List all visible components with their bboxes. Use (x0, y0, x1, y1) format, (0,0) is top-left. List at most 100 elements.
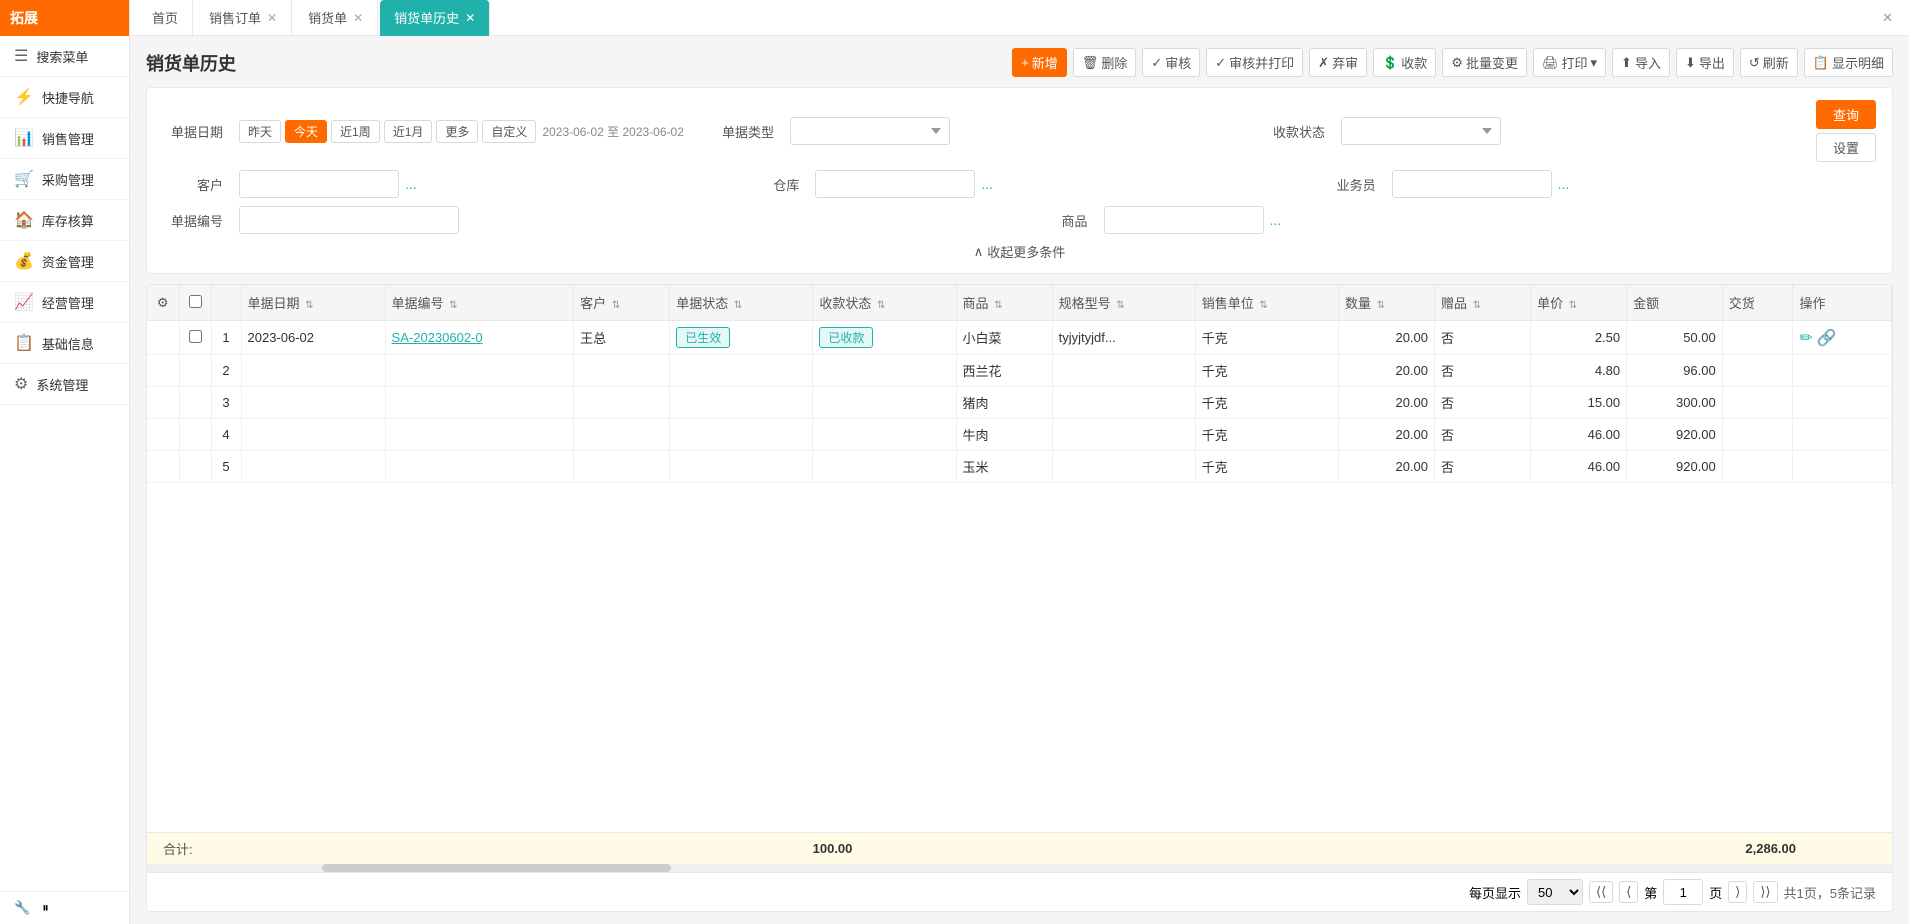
row-checkbox[interactable] (179, 321, 211, 355)
tab-home[interactable]: 首页 (138, 0, 193, 36)
row-checkbox[interactable] (179, 451, 211, 483)
sidebar-item-sales-mgmt[interactable]: 📊 销售管理 (0, 118, 129, 159)
row-checkbox[interactable] (179, 419, 211, 451)
row-transaction (1722, 451, 1793, 483)
warehouse-ellipsis[interactable]: ... (981, 176, 993, 192)
sidebar-item-base-info[interactable]: 📋 基础信息 (0, 323, 129, 364)
th-gift[interactable]: 赠品 ⇅ (1435, 285, 1531, 321)
print-icon: 🖨 (1542, 55, 1559, 71)
doc-type-select[interactable] (790, 117, 950, 145)
th-spec[interactable]: 规格型号 ⇅ (1052, 285, 1195, 321)
set-button[interactable]: 设置 (1816, 133, 1876, 162)
sidebar-item-ops-mgmt[interactable]: 📈 经营管理 (0, 282, 129, 323)
horizontal-scrollbar[interactable] (147, 864, 1892, 872)
row-index: 5 (211, 451, 241, 483)
row-checkbox[interactable] (179, 387, 211, 419)
main-area: 首页 销售订单 ✕ 销货单 ✕ 销货单历史 ✕ ✕ 销货单历史 + 新增 (130, 0, 1909, 924)
customer-input[interactable] (239, 170, 399, 198)
sidebar-item-inventory[interactable]: 🏠 库存核算 (0, 200, 129, 241)
audit-print-button[interactable]: ✓ 审核并打印 (1206, 48, 1303, 77)
import-button[interactable]: ⬆ 导入 (1612, 48, 1670, 77)
th-settings[interactable]: ⚙ (147, 285, 179, 321)
today-btn[interactable]: 今天 (285, 120, 327, 143)
row-goods: 牛肉 (956, 419, 1052, 451)
sidebar-item-purchase-mgmt[interactable]: 🛒 采购管理 (0, 159, 129, 200)
refresh-button[interactable]: ↺ 刷新 (1740, 48, 1798, 77)
export-button[interactable]: ⬇ 导出 (1676, 48, 1734, 77)
delete-button[interactable]: 🗑 删除 (1073, 48, 1137, 77)
customer-ellipsis[interactable]: ... (405, 176, 417, 192)
row-unit-price: 2.50 (1531, 321, 1627, 355)
warehouse-input[interactable] (815, 170, 975, 198)
discard-button[interactable]: ✗ 弃审 (1309, 48, 1367, 77)
purchase-icon: 🛒 (14, 169, 34, 189)
th-goods[interactable]: 商品 ⇅ (956, 285, 1052, 321)
goods-ellipsis[interactable]: ... (1270, 212, 1282, 228)
tab-sales-history[interactable]: 销货单历史 ✕ (380, 0, 490, 36)
tab-close-all[interactable]: ✕ (1874, 6, 1901, 30)
th-checkbox[interactable] (179, 285, 211, 321)
tab-sales-delivery[interactable]: 销货单 ✕ (294, 0, 378, 36)
settings-bottom-icon[interactable]: 🔧 (14, 900, 30, 916)
tab-sales-order-close[interactable]: ✕ (267, 11, 277, 25)
row-doc-date (241, 387, 385, 419)
link-icon[interactable]: 🔗 (1817, 330, 1837, 347)
th-doc-status[interactable]: 单据状态 ⇅ (670, 285, 813, 321)
goods-input[interactable] (1104, 206, 1264, 234)
row-collect-status (813, 451, 956, 483)
tab-sales-order[interactable]: 销售订单 ✕ (195, 0, 292, 36)
row-doc-no[interactable]: SA-20230602-0 (385, 321, 574, 355)
tab-sales-delivery-close[interactable]: ✕ (353, 11, 363, 25)
salesperson-group: ... (1392, 170, 1876, 198)
th-doc-date[interactable]: 单据日期 ⇅ (241, 285, 385, 321)
th-unit[interactable]: 销售单位 ⇅ (1195, 285, 1338, 321)
print-button[interactable]: 🖨 打印 ▾ (1533, 48, 1606, 77)
show-detail-button[interactable]: 📋 显示明细 (1804, 48, 1893, 77)
last7-btn[interactable]: 近1周 (331, 120, 380, 143)
prev-page-btn[interactable]: ⟨ (1619, 881, 1638, 903)
doc-no-input[interactable] (239, 206, 459, 234)
row-checkbox[interactable] (179, 355, 211, 387)
current-page-input[interactable]: 1 (1663, 879, 1703, 905)
row-customer: 王总 (574, 321, 670, 355)
row-settings (147, 321, 179, 355)
collect-icon: 💲 (1382, 55, 1398, 71)
doc-no-link[interactable]: SA-20230602-0 (392, 330, 483, 345)
collect-button[interactable]: 💲 收款 (1373, 48, 1436, 77)
audit-button[interactable]: ✓ 审核 (1142, 48, 1200, 77)
row-doc-no (385, 451, 574, 483)
salesperson-input[interactable] (1392, 170, 1552, 198)
row-select-checkbox[interactable] (189, 330, 202, 343)
footer-total-qty: 100.00 (813, 841, 853, 856)
new-button[interactable]: + 新增 (1012, 48, 1067, 77)
first-page-btn[interactable]: ⟨⟨ (1589, 881, 1613, 903)
batch-change-button[interactable]: ⚙ 批量变更 (1442, 48, 1527, 77)
collect-status-select[interactable] (1341, 117, 1501, 145)
row-amount: 920.00 (1627, 451, 1723, 483)
sidebar-item-search-menu[interactable]: ☰ 搜索菜单 (0, 36, 129, 77)
row-doc-no (385, 419, 574, 451)
scrollbar-thumb[interactable] (322, 864, 671, 872)
edit-icon[interactable]: ✏ (1799, 330, 1812, 347)
last-page-btn[interactable]: ⟩⟩ (1753, 881, 1777, 903)
tab-sales-history-close[interactable]: ✕ (465, 11, 475, 25)
query-button[interactable]: 查询 (1816, 100, 1876, 129)
th-qty[interactable]: 数量 ⇅ (1338, 285, 1434, 321)
next-page-btn[interactable]: ⟩ (1728, 881, 1747, 903)
sidebar-item-finance-mgmt[interactable]: 💰 资金管理 (0, 241, 129, 282)
pause-icon[interactable]: ⏸ (42, 900, 49, 916)
collapse-btn[interactable]: ∧ 收起更多条件 (163, 242, 1876, 261)
yesterday-btn[interactable]: 昨天 (239, 120, 281, 143)
custom-btn[interactable]: 自定义 (482, 120, 536, 143)
sidebar-item-quick-nav[interactable]: ⚡ 快捷导航 (0, 77, 129, 118)
more-btn[interactable]: 更多 (436, 120, 478, 143)
th-customer[interactable]: 客户 ⇅ (574, 285, 670, 321)
last30-btn[interactable]: 近1月 (384, 120, 433, 143)
salesperson-ellipsis[interactable]: ... (1558, 176, 1570, 192)
page-size-select[interactable]: 50 20 100 (1527, 879, 1583, 905)
select-all-checkbox[interactable] (189, 295, 202, 308)
th-unit-price[interactable]: 单价 ⇅ (1531, 285, 1627, 321)
th-doc-no[interactable]: 单据编号 ⇅ (385, 285, 574, 321)
th-collect-status[interactable]: 收款状态 ⇅ (813, 285, 956, 321)
sidebar-item-sys-mgmt[interactable]: ⚙ 系统管理 (0, 364, 129, 405)
